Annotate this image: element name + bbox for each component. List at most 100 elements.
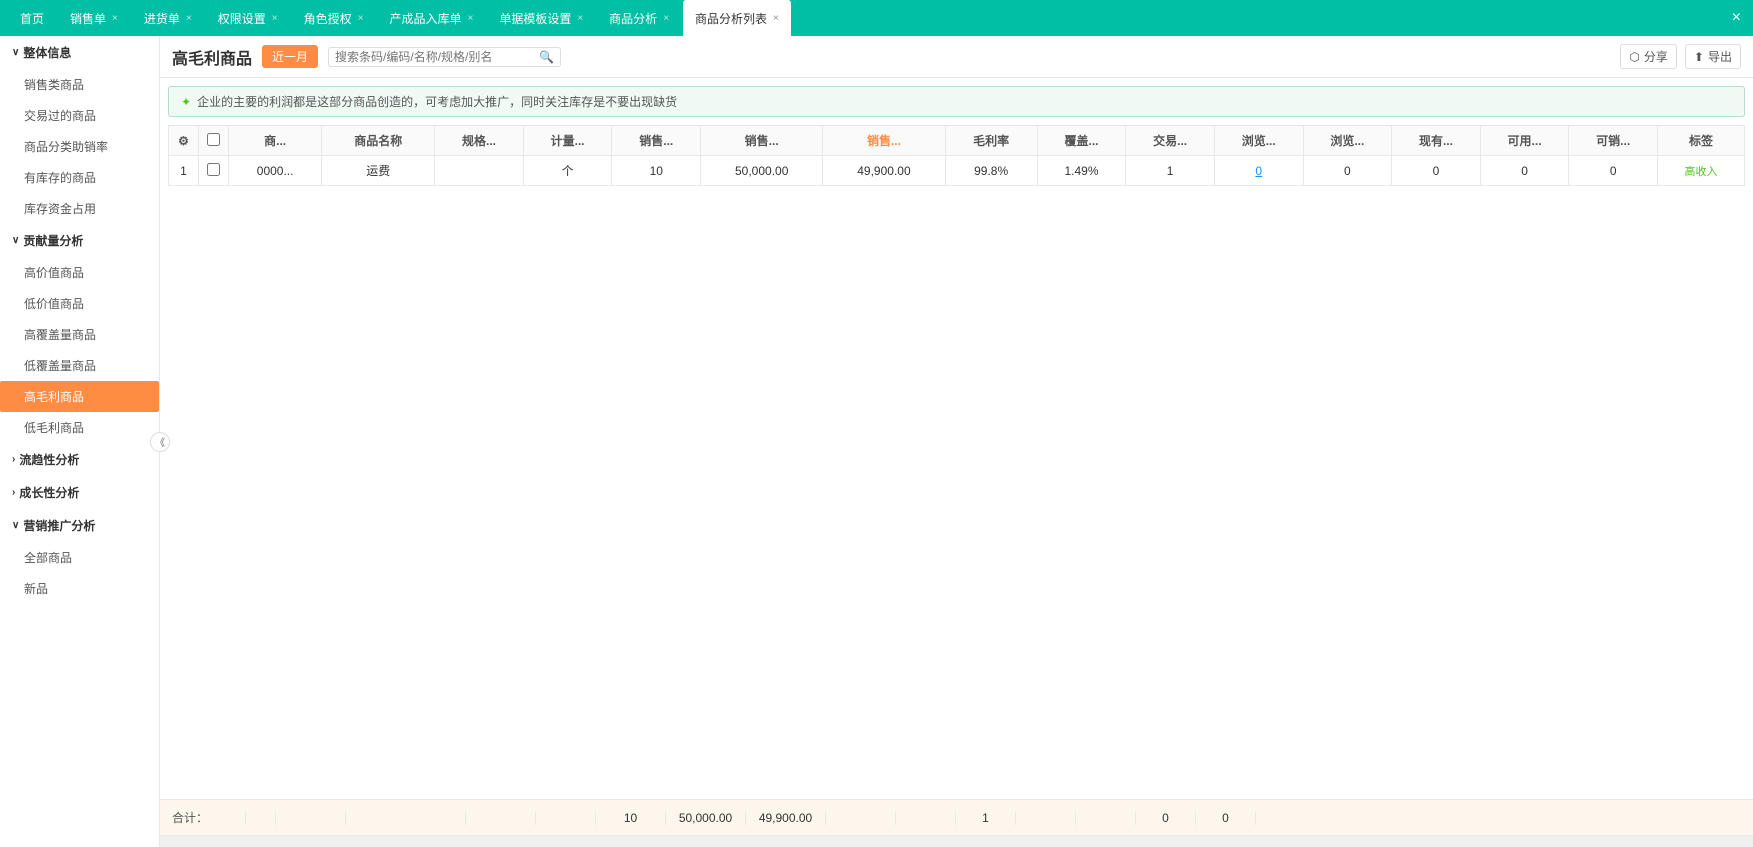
footer-empty-9 [1016,811,1076,825]
col-settings[interactable]: ⚙ [169,126,199,156]
footer-total: 合计： 10 50,000.00 49,900.00 1 0 0 [160,799,1753,835]
footer-empty-4 [346,811,466,825]
close-all-button[interactable]: × [1728,5,1745,31]
col-checkbox[interactable] [199,126,229,156]
col-sales-amount[interactable]: 销售... [701,126,823,156]
info-icon: ✦ [181,95,191,109]
select-all-checkbox[interactable] [207,133,220,146]
row-checkbox[interactable] [207,163,220,176]
nav-tab-home[interactable]: 首页 [8,0,56,36]
close-template-tab[interactable]: × [577,13,583,24]
sidebar-item-low-value[interactable]: 低价值商品 [0,288,159,319]
col-available-stock[interactable]: 可用... [1480,126,1569,156]
col-name[interactable]: 商品名称 [322,126,435,156]
table-wrapper: ⚙ 商... 商品名称 规格... 计量... 销售... 销售... 销售..… [160,125,1753,799]
close-purchase-tab[interactable]: × [186,13,192,24]
header-actions: ⬡ 分享 ⬆ 导出 [1620,44,1741,69]
nav-tab-sales[interactable]: 销售单 × [58,0,130,36]
chevron-down-icon-3: ∨ [12,520,19,531]
time-filter-button[interactable]: 近一月 [262,45,318,68]
footer-empty-7 [826,811,896,825]
cell-browse1[interactable]: 0 [1214,156,1303,186]
col-code[interactable]: 商... [229,126,322,156]
close-sales-tab[interactable]: × [112,13,118,24]
close-analysis-tab[interactable]: × [663,13,669,24]
content-header: 高毛利商品 近一月 🔍 ⬡ 分享 ⬆ 导出 [160,36,1753,78]
cell-available-stock: 0 [1480,156,1569,186]
col-sales-profit[interactable]: 销售... [823,126,945,156]
col-sales-qty[interactable]: 销售... [612,126,701,156]
sidebar-collapse-btn[interactable]: 《 [150,432,170,452]
sidebar-item-sales-goods[interactable]: 销售类商品 [0,69,159,100]
search-input[interactable] [335,50,535,64]
sidebar-item-in-stock[interactable]: 有库存的商品 [0,162,159,193]
cell-transactions: 1 [1126,156,1215,186]
sidebar-group-marketing[interactable]: ∨ 营销推广分析 [0,509,159,542]
sidebar-group-growth[interactable]: › 成长性分析 [0,476,159,509]
content-area: 高毛利商品 近一月 🔍 ⬡ 分享 ⬆ 导出 ✦ 企业的主要的利润都是这部分商品创… [160,36,1753,847]
footer-transactions: 1 [956,811,1016,825]
search-icon[interactable]: 🔍 [539,50,554,64]
cell-coverage: 1.49% [1037,156,1126,186]
cell-checkbox[interactable] [199,156,229,186]
nav-tab-permission[interactable]: 权限设置 × [206,0,290,36]
sidebar-item-traded-goods[interactable]: 交易过的商品 [0,100,159,131]
share-button[interactable]: ⬡ 分享 [1620,44,1677,69]
col-current-stock[interactable]: 现有... [1392,126,1481,156]
table-row: 1 0000... 运费 个 10 50,000.00 49,900.00 99… [169,156,1745,186]
search-box: 🔍 [328,47,561,67]
sidebar-item-all-goods[interactable]: 全部商品 [0,542,159,573]
nav-tab-analysis-list[interactable]: 商品分析列表 × [683,0,791,36]
horizontal-scrollbar[interactable] [160,835,1753,847]
cell-gross-margin: 99.8% [945,156,1037,186]
sidebar-item-inventory-capital[interactable]: 库存资金占用 [0,193,159,224]
page-title: 高毛利商品 [172,45,252,69]
sidebar-item-low-coverage[interactable]: 低覆盖量商品 [0,350,159,381]
sidebar-item-high-value[interactable]: 高价值商品 [0,257,159,288]
cell-spec [435,156,524,186]
col-transactions[interactable]: 交易... [1126,126,1215,156]
cell-unit: 个 [523,156,612,186]
nav-tab-purchase[interactable]: 进货单 × [132,0,204,36]
chevron-right-icon-2: › [12,487,15,498]
export-button[interactable]: ⬆ 导出 [1685,44,1741,69]
col-coverage[interactable]: 覆盖... [1037,126,1126,156]
cell-sales-amount: 50,000.00 [701,156,823,186]
col-browse1[interactable]: 浏览... [1214,126,1303,156]
info-banner: ✦ 企业的主要的利润都是这部分商品创造的，可考虑加大推广，同时关注库存是不要出现… [168,86,1745,117]
col-unit[interactable]: 计量... [523,126,612,156]
sidebar-item-category-sales-rate[interactable]: 商品分类助销率 [0,131,159,162]
sidebar-item-new-goods[interactable]: 新品 [0,573,159,604]
close-inbound-tab[interactable]: × [467,13,473,24]
nav-tab-role[interactable]: 角色授权 × [292,0,376,36]
col-tag[interactable]: 标签 [1657,126,1744,156]
close-permission-tab[interactable]: × [272,13,278,24]
sidebar-group-contribution[interactable]: ∨ 贡献量分析 [0,224,159,257]
nav-tab-template[interactable]: 单据模板设置 × [487,0,595,36]
sidebar-item-high-coverage[interactable]: 高覆盖量商品 [0,319,159,350]
col-sellable-stock[interactable]: 可销... [1569,126,1658,156]
footer-label: 合计： [172,809,208,826]
cell-sales-qty: 10 [612,156,701,186]
sidebar-group-overall[interactable]: ∨ 整体信息 [0,36,159,69]
cell-code: 0000... [229,156,322,186]
col-browse2[interactable]: 浏览... [1303,126,1392,156]
col-spec[interactable]: 规格... [435,126,524,156]
nav-tab-analysis[interactable]: 商品分析 × [597,0,681,36]
chevron-right-icon: › [12,454,15,465]
cell-current-stock: 0 [1392,156,1481,186]
close-role-tab[interactable]: × [358,13,364,24]
close-analysis-list-tab[interactable]: × [773,13,779,24]
data-table: ⚙ 商... 商品名称 规格... 计量... 销售... 销售... 销售..… [168,125,1745,186]
col-gross-margin[interactable]: 毛利率 [945,126,1037,156]
footer-empty-10 [1076,811,1136,825]
cell-browse2: 0 [1303,156,1392,186]
sidebar-item-low-margin[interactable]: 低毛利商品 [0,412,159,443]
sidebar-item-high-margin[interactable]: 高毛利商品 [0,381,159,412]
nav-tab-inbound[interactable]: 产成品入库单 × [377,0,485,36]
footer-empty-3 [276,811,346,825]
footer-empty-1 [216,811,246,825]
sidebar-group-trend[interactable]: › 流趋性分析 [0,443,159,476]
main-layout: ∨ 整体信息 销售类商品 交易过的商品 商品分类助销率 有库存的商品 库存资金占… [0,36,1753,847]
cell-sales-profit: 49,900.00 [823,156,945,186]
